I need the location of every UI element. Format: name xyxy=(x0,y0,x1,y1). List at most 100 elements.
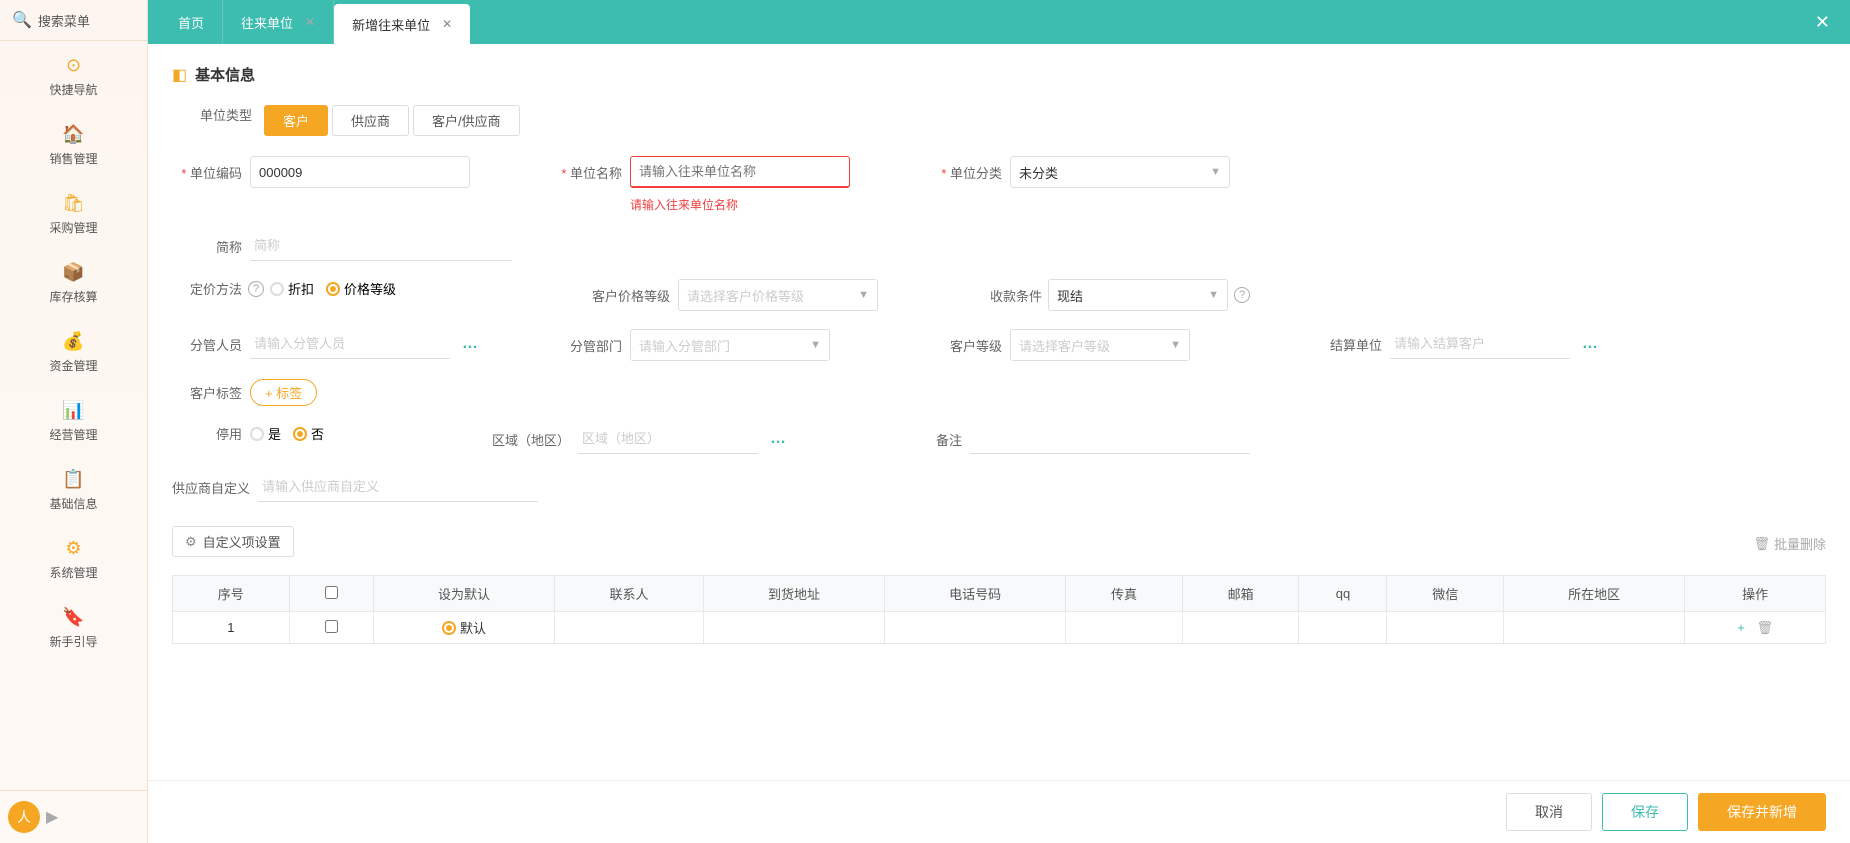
add-row-icon[interactable]: + xyxy=(1737,620,1745,635)
row-supplier-custom: 供应商自定义 xyxy=(172,472,1826,502)
short-name-group: 简称 xyxy=(172,231,512,261)
supervisor-label: 分管人员 xyxy=(172,335,242,354)
select-all-checkbox[interactable] xyxy=(325,586,338,599)
customer-level-label: 客户等级 xyxy=(932,336,1002,355)
cell-wechat[interactable] xyxy=(1387,612,1504,644)
default-radio-circle xyxy=(442,621,456,635)
sidebar-item-inventory[interactable]: 📦 库存核算 xyxy=(0,248,147,317)
table-header: 序号 设为默认 联系人 到货地址 电话号码 传真 邮箱 qq 微信 所在地区 操… xyxy=(173,576,1826,612)
dropdown-arrow3-icon: ▼ xyxy=(1208,289,1219,301)
unit-name-input[interactable] xyxy=(630,156,850,188)
unit-category-select[interactable]: 未分类 ▼ xyxy=(1010,156,1230,188)
settlement-unit-input[interactable] xyxy=(1390,329,1570,359)
payment-help-icon[interactable]: ? xyxy=(1234,287,1250,303)
table-body: 1 默认 xyxy=(173,612,1826,644)
dropdown-arrow4-icon: ▼ xyxy=(810,339,821,351)
col-action: 操作 xyxy=(1685,576,1826,612)
sidebar-search[interactable]: 🔍 搜索菜单 xyxy=(0,0,147,41)
radio-level-label: 价格等级 xyxy=(344,279,396,298)
region-more-btn[interactable]: … xyxy=(770,430,786,448)
supplier-custom-input[interactable] xyxy=(258,472,538,502)
sidebar-item-quick-nav[interactable]: ⊙ 快捷导航 xyxy=(0,41,147,110)
unit-btn-supplier[interactable]: 供应商 xyxy=(332,105,409,136)
add-tag-button[interactable]: + 标签 xyxy=(250,379,317,406)
supervisor-more-btn[interactable]: … xyxy=(462,335,478,353)
disabled-radio-yes[interactable]: 是 xyxy=(250,424,281,443)
tab-new-partner[interactable]: 新增往来单位 ✕ xyxy=(334,4,470,44)
cell-fax[interactable] xyxy=(1066,612,1183,644)
col-contact: 联系人 xyxy=(555,576,704,612)
pricing-radio-discount[interactable]: 折扣 xyxy=(270,279,314,298)
sidebar-item-purchase[interactable]: 🛍 采购管理 xyxy=(0,179,147,248)
tab-home[interactable]: 首页 xyxy=(160,0,223,44)
default-radio[interactable]: 默认 xyxy=(384,618,544,637)
customer-level-select[interactable]: 请选择客户等级 ▼ xyxy=(1010,329,1190,361)
cell-contact[interactable] xyxy=(555,612,704,644)
remark-input[interactable] xyxy=(970,424,1250,454)
custom-settings-button[interactable]: ⚙ 自定义项设置 xyxy=(172,526,294,557)
unit-btn-both[interactable]: 客户/供应商 xyxy=(413,105,520,136)
save-new-button[interactable]: 保存并新增 xyxy=(1698,793,1826,831)
main-area: 首页 往来单位 ✕ 新增往来单位 ✕ ✕ ◧ 基本信息 单位类型 客户 供应商 … xyxy=(148,0,1850,843)
add-tag-label: + 标签 xyxy=(265,383,302,402)
batch-delete-button[interactable]: 🗑 批量删除 xyxy=(1753,534,1826,553)
bag-icon: 🛍 xyxy=(62,191,86,215)
disabled-radio-no[interactable]: 否 xyxy=(293,424,324,443)
sidebar-item-basic-info[interactable]: 📋 基础信息 xyxy=(0,455,147,524)
col-address: 到货地址 xyxy=(703,576,884,612)
save-button[interactable]: 保存 xyxy=(1602,793,1688,831)
unit-code-input[interactable] xyxy=(250,156,470,188)
expand-icon[interactable]: ▶ xyxy=(46,807,58,827)
tab-partners[interactable]: 往来单位 ✕ xyxy=(223,0,334,44)
customer-price-level-select[interactable]: 请选择客户价格等级 ▼ xyxy=(678,279,878,311)
close-partners-tab[interactable]: ✕ xyxy=(305,15,315,29)
remark-label: 备注 xyxy=(892,430,962,449)
supervisor-input[interactable] xyxy=(250,329,450,359)
pricing-method-label: 定价方法 xyxy=(172,279,242,298)
unit-name-label: 单位名称 xyxy=(552,163,622,182)
pricing-radio-level[interactable]: 价格等级 xyxy=(326,279,396,298)
department-group: 分管部门 请输入分管部门 ▼ xyxy=(552,329,892,361)
sidebar-item-finance[interactable]: 💰 资金管理 xyxy=(0,317,147,386)
unit-btn-customer[interactable]: 客户 xyxy=(264,105,328,136)
department-select[interactable]: 请输入分管部门 ▼ xyxy=(630,329,830,361)
customer-tags-label: 客户标签 xyxy=(172,383,242,402)
close-new-partner-tab[interactable]: ✕ xyxy=(442,17,452,31)
settings-gear-icon: ⚙ xyxy=(185,534,197,550)
settlement-more-btn[interactable]: … xyxy=(1582,335,1598,353)
cell-email[interactable] xyxy=(1182,612,1299,644)
col-phone: 电话号码 xyxy=(885,576,1066,612)
cancel-button[interactable]: 取消 xyxy=(1506,793,1592,831)
cell-phone[interactable] xyxy=(885,612,1066,644)
radio-discount-label: 折扣 xyxy=(288,279,314,298)
sidebar-item-operations[interactable]: 📊 经营管理 xyxy=(0,386,147,455)
radio-yes-circle xyxy=(250,427,264,441)
cell-address[interactable] xyxy=(703,612,884,644)
section-header: ◧ 基本信息 xyxy=(172,64,1826,85)
supervisor-group: 分管人员 … xyxy=(172,329,512,359)
form-content: ◧ 基本信息 单位类型 客户 供应商 客户/供应商 单位编码 单位名称 xyxy=(148,44,1850,780)
section-title: 基本信息 xyxy=(195,64,255,85)
cell-qq[interactable] xyxy=(1299,612,1387,644)
close-all-tabs[interactable]: ✕ xyxy=(1807,8,1838,37)
cell-action: + 🗑 xyxy=(1685,612,1826,644)
cell-region[interactable] xyxy=(1504,612,1685,644)
short-name-input[interactable] xyxy=(250,231,512,261)
sidebar-bottom: 人 ▶ xyxy=(0,790,147,843)
payment-terms-select[interactable]: 现结 ▼ xyxy=(1048,279,1228,311)
delete-row-icon[interactable]: 🗑 xyxy=(1756,620,1773,635)
pricing-help-icon[interactable]: ? xyxy=(248,281,264,297)
region-input[interactable] xyxy=(578,424,758,454)
dropdown-arrow2-icon: ▼ xyxy=(858,289,869,301)
row-checkbox[interactable] xyxy=(325,620,338,633)
col-seq: 序号 xyxy=(173,576,290,612)
sidebar-item-label: 销售管理 xyxy=(49,150,97,167)
unit-type-row: 单位类型 客户 供应商 客户/供应商 xyxy=(172,105,1826,136)
sidebar-item-guide[interactable]: 🔖 新手引导 xyxy=(0,593,147,662)
unit-category-value: 未分类 xyxy=(1019,163,1058,182)
sidebar-item-sales[interactable]: 🏠 销售管理 xyxy=(0,110,147,179)
bookmark-icon: 🔖 xyxy=(62,605,86,629)
user-avatar[interactable]: 人 xyxy=(8,801,40,833)
sidebar-item-system[interactable]: ⚙ 系统管理 xyxy=(0,524,147,593)
pricing-radio-group: 折扣 价格等级 xyxy=(270,279,396,298)
